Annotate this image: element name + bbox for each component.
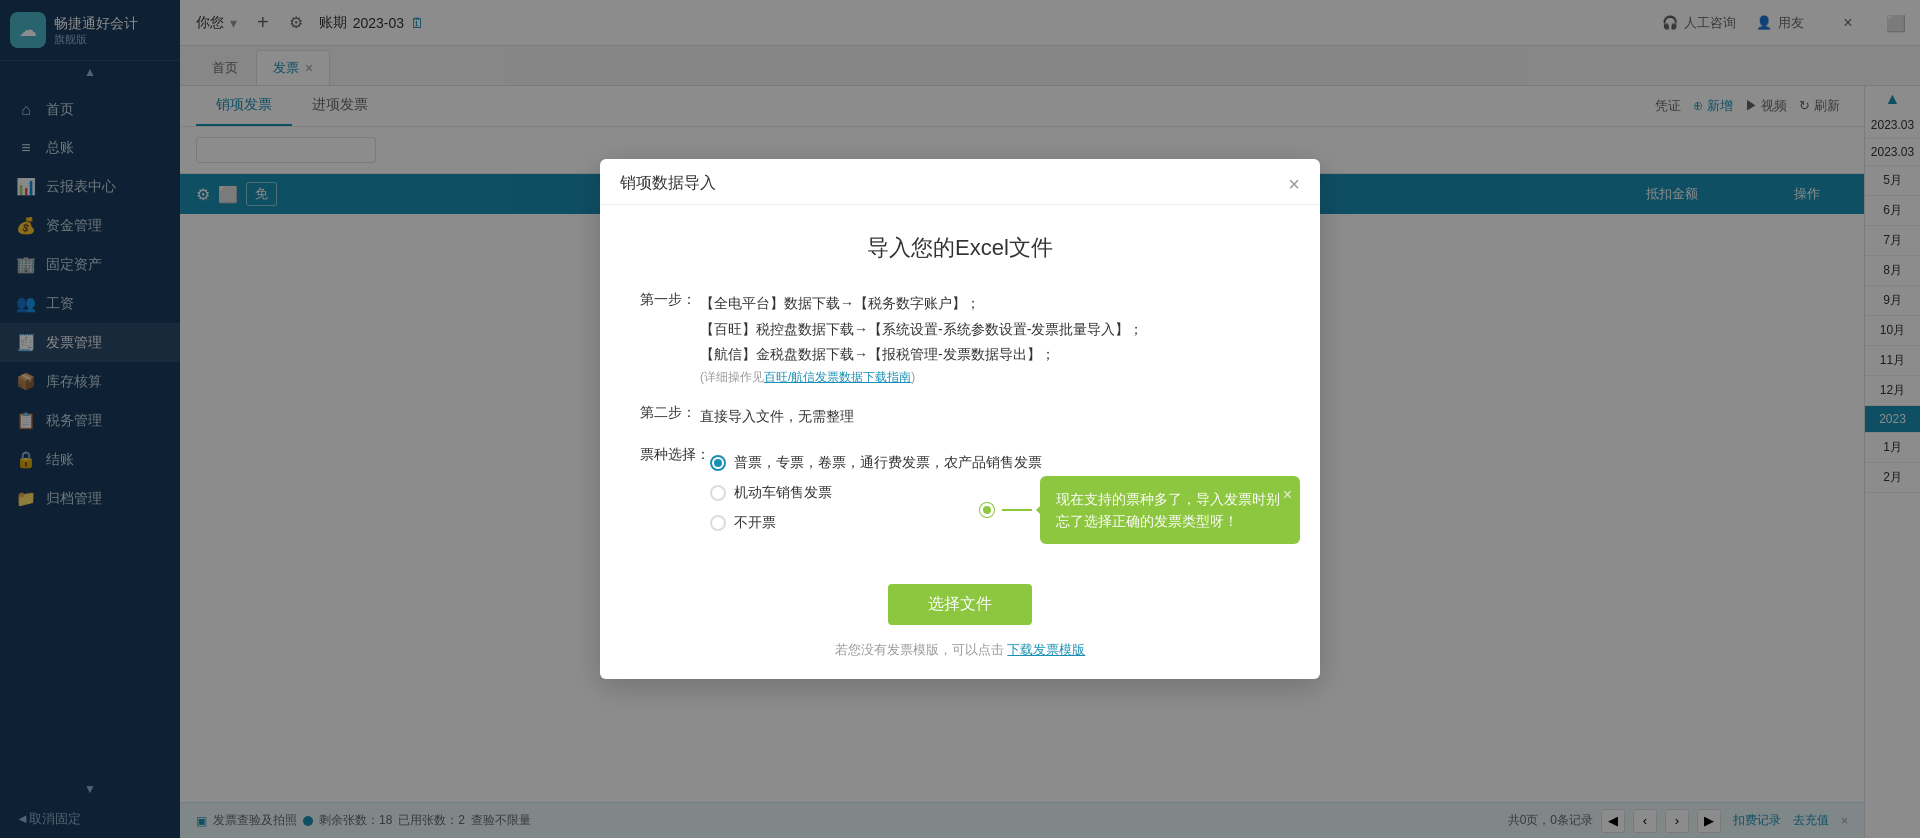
- radio-general-label: 普票，专票，卷票，通行费发票，农产品销售发票: [734, 454, 1042, 472]
- modal-close-button[interactable]: ×: [1288, 174, 1300, 194]
- tooltip-area: 现在支持的票种多了，导入发票时别忘了选择正确的发票类型呀！ ×: [980, 476, 1300, 545]
- modal-header: 销项数据导入 ×: [600, 159, 1320, 205]
- ticket-row: 票种选择： 普票，专票，卷票，通行费发票，农产品销售发票 机动车销售发票: [640, 446, 1280, 564]
- download-template-link[interactable]: 下载发票模版: [1007, 642, 1085, 657]
- step2-row: 第二步： 直接导入文件，无需整理: [640, 404, 1280, 429]
- radio-none-label: 不开票: [734, 514, 776, 532]
- select-btn-container: 选择文件: [640, 584, 1280, 625]
- import-modal: 销项数据导入 × 导入您的Excel文件 第一步： 【全电平台】数据下载→【税务…: [600, 159, 1320, 678]
- modal-footer: 若您没有发票模版，可以点击 下载发票模版: [640, 641, 1280, 659]
- modal-overlay: 销项数据导入 × 导入您的Excel文件 第一步： 【全电平台】数据下载→【税务…: [0, 0, 1920, 838]
- download-guide-link[interactable]: 百旺/航信发票数据下载指南: [764, 370, 911, 384]
- select-file-button[interactable]: 选择文件: [888, 584, 1032, 625]
- step1-line2: 【百旺】税控盘数据下载→【系统设置-系统参数设置-发票批量导入】；: [700, 317, 1280, 342]
- modal-main-title: 导入您的Excel文件: [640, 233, 1280, 263]
- modal-title: 销项数据导入: [620, 173, 716, 194]
- step1-line3: 【航信】金税盘数据下载→【报税管理-发票数据导出】；: [700, 342, 1280, 367]
- tooltip-line: [1002, 509, 1032, 511]
- footer-text: 若您没有发票模版，可以点击: [835, 642, 1004, 657]
- ticket-label: 票种选择：: [640, 446, 710, 464]
- step2-label: 第二步：: [640, 404, 700, 422]
- step2-content: 直接导入文件，无需整理: [700, 404, 1280, 429]
- radio-motor-label: 机动车销售发票: [734, 484, 832, 502]
- step1-hint: (详细操作见百旺/航信发票数据下载指南): [700, 367, 1280, 389]
- radio-general[interactable]: 普票，专票，卷票，通行费发票，农产品销售发票: [710, 454, 1042, 472]
- step1-row: 第一步： 【全电平台】数据下载→【税务数字账户】； 【百旺】税控盘数据下载→【系…: [640, 291, 1280, 388]
- step1-label: 第一步：: [640, 291, 700, 309]
- tooltip-text: 现在支持的票种多了，导入发票时别忘了选择正确的发票类型呀！: [1056, 491, 1280, 529]
- modal-body: 导入您的Excel文件 第一步： 【全电平台】数据下载→【税务数字账户】； 【百…: [600, 205, 1320, 678]
- step1-line1: 【全电平台】数据下载→【税务数字账户】；: [700, 291, 1280, 316]
- tooltip-close-button[interactable]: ×: [1283, 482, 1292, 508]
- tooltip-bubble: 现在支持的票种多了，导入发票时别忘了选择正确的发票类型呀！ ×: [1040, 476, 1300, 545]
- radio-general-circle: [710, 455, 726, 471]
- radio-motor-circle: [710, 485, 726, 501]
- step1-content: 【全电平台】数据下载→【税务数字账户】； 【百旺】税控盘数据下载→【系统设置-系…: [700, 291, 1280, 388]
- tooltip-anchor-dot: [980, 503, 994, 517]
- radio-none-circle: [710, 515, 726, 531]
